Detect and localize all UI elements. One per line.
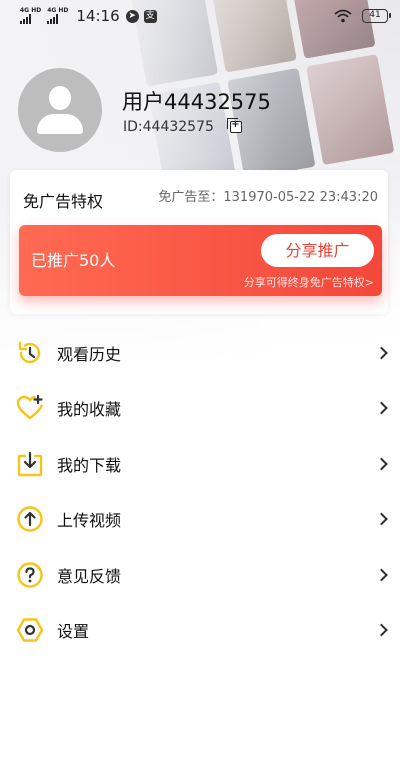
menu-item-upload[interactable]: 上传视频 (0, 492, 400, 548)
menu-list: 观看历史 我的收藏 我的下载 上传视频 意见反馈 设置 (0, 325, 400, 658)
avatar-body (37, 114, 83, 134)
cell-signal-icon: 4G HD (47, 8, 68, 24)
chevron-right-icon (375, 568, 388, 582)
promoted-count: 已推广50人 (31, 251, 116, 270)
location-icon: ➤ (125, 9, 139, 23)
status-right: 41 (334, 9, 391, 23)
chevron-right-icon (375, 401, 388, 415)
ad-free-card: 免广告特权 免广告至：131970-05-22 23:43:20 已推广50人 … (10, 170, 388, 314)
username[interactable]: 用户44432575 (122, 86, 271, 116)
cell-signal-icon: 4G HD (20, 8, 41, 24)
user-id-row: ID:44432575 (123, 118, 242, 135)
menu-label: 上传视频 (57, 511, 122, 531)
menu-label: 设置 (57, 622, 90, 642)
avatar-head (49, 86, 71, 110)
chevron-right-icon (375, 512, 388, 526)
signal-group: 4G HD 4G HD (20, 8, 68, 24)
alipay-icon: 支 (143, 9, 157, 23)
ad-free-expiry: 免广告至：131970-05-22 23:43:20 (158, 190, 378, 205)
battery-level: 41 (369, 10, 381, 20)
chevron-right-icon (375, 457, 388, 471)
wifi-icon (334, 9, 352, 23)
avatar[interactable] (18, 68, 102, 152)
menu-label: 我的收藏 (57, 400, 122, 420)
chevron-right-icon (375, 623, 388, 637)
download-icon (16, 450, 44, 478)
chevron-right-icon (375, 346, 388, 360)
card-title: 免广告特权 (23, 192, 104, 211)
menu-item-history[interactable]: 观看历史 (0, 325, 400, 381)
menu-item-downloads[interactable]: 我的下载 (0, 436, 400, 492)
menu-label: 观看历史 (57, 344, 122, 364)
menu-label: 我的下载 (57, 455, 122, 475)
upload-icon (16, 505, 44, 533)
settings-icon (16, 616, 44, 644)
menu-item-settings[interactable]: 设置 (0, 603, 400, 659)
copy-icon[interactable] (226, 118, 242, 133)
feedback-icon (16, 561, 44, 589)
share-button[interactable]: 分享推广 (261, 234, 374, 267)
share-hint-link[interactable]: 分享可得终身免广告特权> (244, 274, 374, 290)
favorites-icon (16, 394, 44, 422)
status-bar: 4G HD 4G HD 14:16 ➤ 支 41 (0, 0, 400, 32)
menu-item-favorites[interactable]: 我的收藏 (0, 381, 400, 437)
menu-item-feedback[interactable]: 意见反馈 (0, 547, 400, 603)
status-time: 14:16 (76, 7, 120, 25)
battery-icon: 41 (362, 9, 391, 23)
history-icon (16, 339, 44, 367)
promotion-banner[interactable]: 已推广50人 分享推广 分享可得终身免广告特权> (19, 225, 382, 296)
user-id: ID:44432575 (123, 119, 214, 135)
menu-label: 意见反馈 (57, 566, 122, 586)
